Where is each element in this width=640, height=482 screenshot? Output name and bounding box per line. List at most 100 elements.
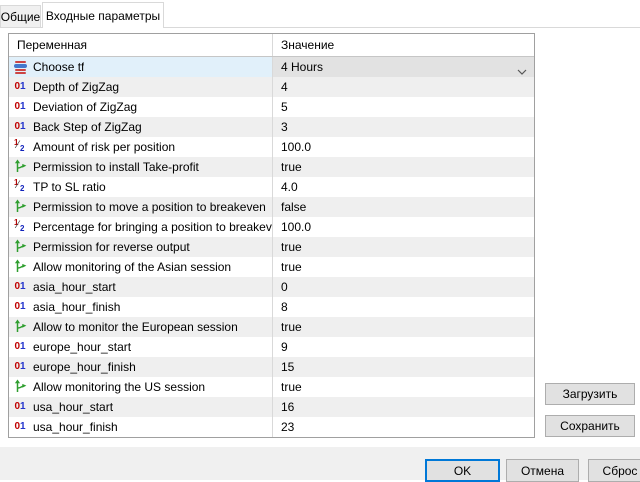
parameter-value-cell[interactable]: true — [273, 157, 534, 177]
save-button[interactable]: Сохранить — [545, 415, 635, 437]
table-row[interactable]: Permission to install Take-profit true — [9, 157, 534, 177]
parameter-name: usa_hour_start — [33, 400, 114, 414]
table-row[interactable]: 01 usa_hour_finish 23 — [9, 417, 534, 437]
integer-parameter-icon: 01 — [14, 81, 26, 92]
column-header-value: Значение — [281, 38, 335, 52]
parameter-name-cell: Allow monitoring the US session — [9, 377, 273, 397]
ok-button[interactable]: OK — [425, 459, 500, 482]
reset-button[interactable]: Сброс — [588, 459, 640, 482]
parameter-value-cell[interactable]: true — [273, 237, 534, 257]
parameter-name: TP to SL ratio — [33, 180, 106, 194]
integer-parameter-icon: 01 — [14, 401, 26, 412]
parameter-value-cell[interactable]: 100.0 — [273, 137, 534, 157]
table-row[interactable]: Permission to move a position to breakev… — [9, 197, 534, 217]
integer-parameter-icon: 01 — [14, 121, 26, 132]
parameter-name-cell: Allow to monitor the European session — [9, 317, 273, 337]
parameter-name-cell: Permission to move a position to breakev… — [9, 197, 273, 217]
parameter-value-cell[interactable]: true — [273, 317, 534, 337]
column-header-variable: Переменная — [9, 34, 273, 56]
parameter-value-cell[interactable]: 0 — [273, 277, 534, 297]
parameter-value-cell[interactable]: 8 — [273, 297, 534, 317]
parameter-value-cell[interactable]: 100.0 — [273, 217, 534, 237]
parameter-name-cell: 1 ⁄ 2 Amount of risk per position — [9, 137, 273, 157]
parameter-name-cell: 01 europe_hour_finish — [9, 357, 273, 377]
parameter-value: false — [281, 200, 307, 214]
table-row[interactable]: Allow to monitor the European session tr… — [9, 317, 534, 337]
parameter-name-cell: Choose tf — [9, 57, 273, 77]
parameter-name: Permission for reverse output — [33, 240, 190, 254]
parameter-value-cell[interactable]: 3 — [273, 117, 534, 137]
parameter-value-cell[interactable]: 9 — [273, 337, 534, 357]
bool-parameter-icon — [14, 159, 27, 176]
parameter-value: true — [281, 260, 302, 274]
tab-common[interactable]: Общие — [0, 5, 41, 27]
double-parameter-icon: 1 ⁄ 2 — [14, 178, 25, 193]
load-button[interactable]: Загрузить — [545, 383, 635, 405]
chevron-down-icon[interactable] — [517, 64, 527, 77]
parameter-name-cell: 01 asia_hour_finish — [9, 297, 273, 317]
parameter-value-cell[interactable]: 16 — [273, 397, 534, 417]
parameter-value: 3 — [281, 120, 288, 134]
table-body: Choose tf 4 Hours 01 Depth of ZigZag 4 0… — [9, 57, 534, 437]
table-row[interactable]: 01 Deviation of ZigZag 5 — [9, 97, 534, 117]
parameter-name-cell: 01 usa_hour_finish — [9, 417, 273, 437]
bool-parameter-icon — [14, 379, 27, 396]
parameter-value-cell[interactable]: 15 — [273, 357, 534, 377]
table-row[interactable]: 1 ⁄ 2 Percentage for bringing a position t… — [9, 217, 534, 237]
table-row[interactable]: Allow monitoring the US session true — [9, 377, 534, 397]
parameter-value: 4 — [281, 80, 288, 94]
parameter-value: 8 — [281, 300, 288, 314]
parameter-name: Permission to install Take-profit — [33, 160, 199, 174]
parameter-name-cell: Allow monitoring of the Asian session — [9, 257, 273, 277]
timeframe-dropdown[interactable]: 4 Hours — [273, 57, 534, 77]
integer-parameter-icon: 01 — [14, 361, 26, 372]
parameter-name-cell: 01 Back Step of ZigZag — [9, 117, 273, 137]
tab-input-parameters[interactable]: Входные параметры — [42, 2, 164, 28]
parameter-name-cell: 01 usa_hour_start — [9, 397, 273, 417]
parameter-name: europe_hour_finish — [33, 360, 136, 374]
table-row[interactable]: Allow monitoring of the Asian session tr… — [9, 257, 534, 277]
parameter-name: Allow to monitor the European session — [33, 320, 238, 334]
integer-parameter-icon: 01 — [14, 281, 26, 292]
table-row[interactable]: 01 asia_hour_start 0 — [9, 277, 534, 297]
integer-parameter-icon: 01 — [14, 301, 26, 312]
parameter-value: 16 — [281, 400, 295, 414]
cancel-button[interactable]: Отмена — [506, 459, 579, 482]
parameter-value-cell[interactable]: 5 — [273, 97, 534, 117]
tab-strip: Общие Входные параметры — [0, 0, 640, 28]
table-row[interactable]: 01 europe_hour_start 9 — [9, 337, 534, 357]
table-row[interactable]: 01 Back Step of ZigZag 3 — [9, 117, 534, 137]
table-row[interactable]: Permission for reverse output true — [9, 237, 534, 257]
parameter-value: 100.0 — [281, 140, 312, 154]
tab-input-parameters-label: Входные параметры — [45, 8, 161, 23]
parameter-name: usa_hour_finish — [33, 420, 118, 434]
load-button-label: Загрузить — [562, 387, 618, 401]
parameter-name: Deviation of ZigZag — [33, 100, 138, 114]
parameter-value: 23 — [281, 420, 295, 434]
parameter-value-cell[interactable]: 23 — [273, 417, 534, 437]
parameter-value-cell[interactable]: true — [273, 377, 534, 397]
table-row[interactable]: 1 ⁄ 2 TP to SL ratio 4.0 — [9, 177, 534, 197]
parameter-name: europe_hour_start — [33, 340, 132, 354]
parameter-value: 9 — [281, 340, 288, 354]
table-row[interactable]: 01 usa_hour_start 16 — [9, 397, 534, 417]
table-row[interactable]: 01 asia_hour_finish 8 — [9, 297, 534, 317]
bool-parameter-icon — [14, 259, 27, 276]
table-row[interactable]: 1 ⁄ 2 Amount of risk per position 100.0 — [9, 137, 534, 157]
bool-parameter-icon — [14, 199, 27, 216]
parameter-name: asia_hour_finish — [33, 300, 121, 314]
integer-parameter-icon: 01 — [14, 101, 26, 112]
table-row[interactable]: 01 Depth of ZigZag 4 — [9, 77, 534, 97]
parameter-value-cell[interactable]: 4.0 — [273, 177, 534, 197]
parameter-value-cell[interactable]: 4 — [273, 77, 534, 97]
parameter-value-cell[interactable]: true — [273, 257, 534, 277]
parameter-value-cell[interactable]: false — [273, 197, 534, 217]
parameter-name: Amount of risk per position — [33, 140, 176, 154]
parameter-name-cell: 1 ⁄ 2 Percentage for bringing a position t… — [9, 217, 273, 237]
parameter-name: Permission to move a position to breakev… — [33, 200, 266, 214]
parameter-name: Allow monitoring the US session — [33, 380, 206, 394]
parameter-value: true — [281, 240, 302, 254]
table-row[interactable]: Choose tf 4 Hours — [9, 57, 534, 77]
table-row[interactable]: 01 europe_hour_finish 15 — [9, 357, 534, 377]
parameter-name-cell: 1 ⁄ 2 TP to SL ratio — [9, 177, 273, 197]
